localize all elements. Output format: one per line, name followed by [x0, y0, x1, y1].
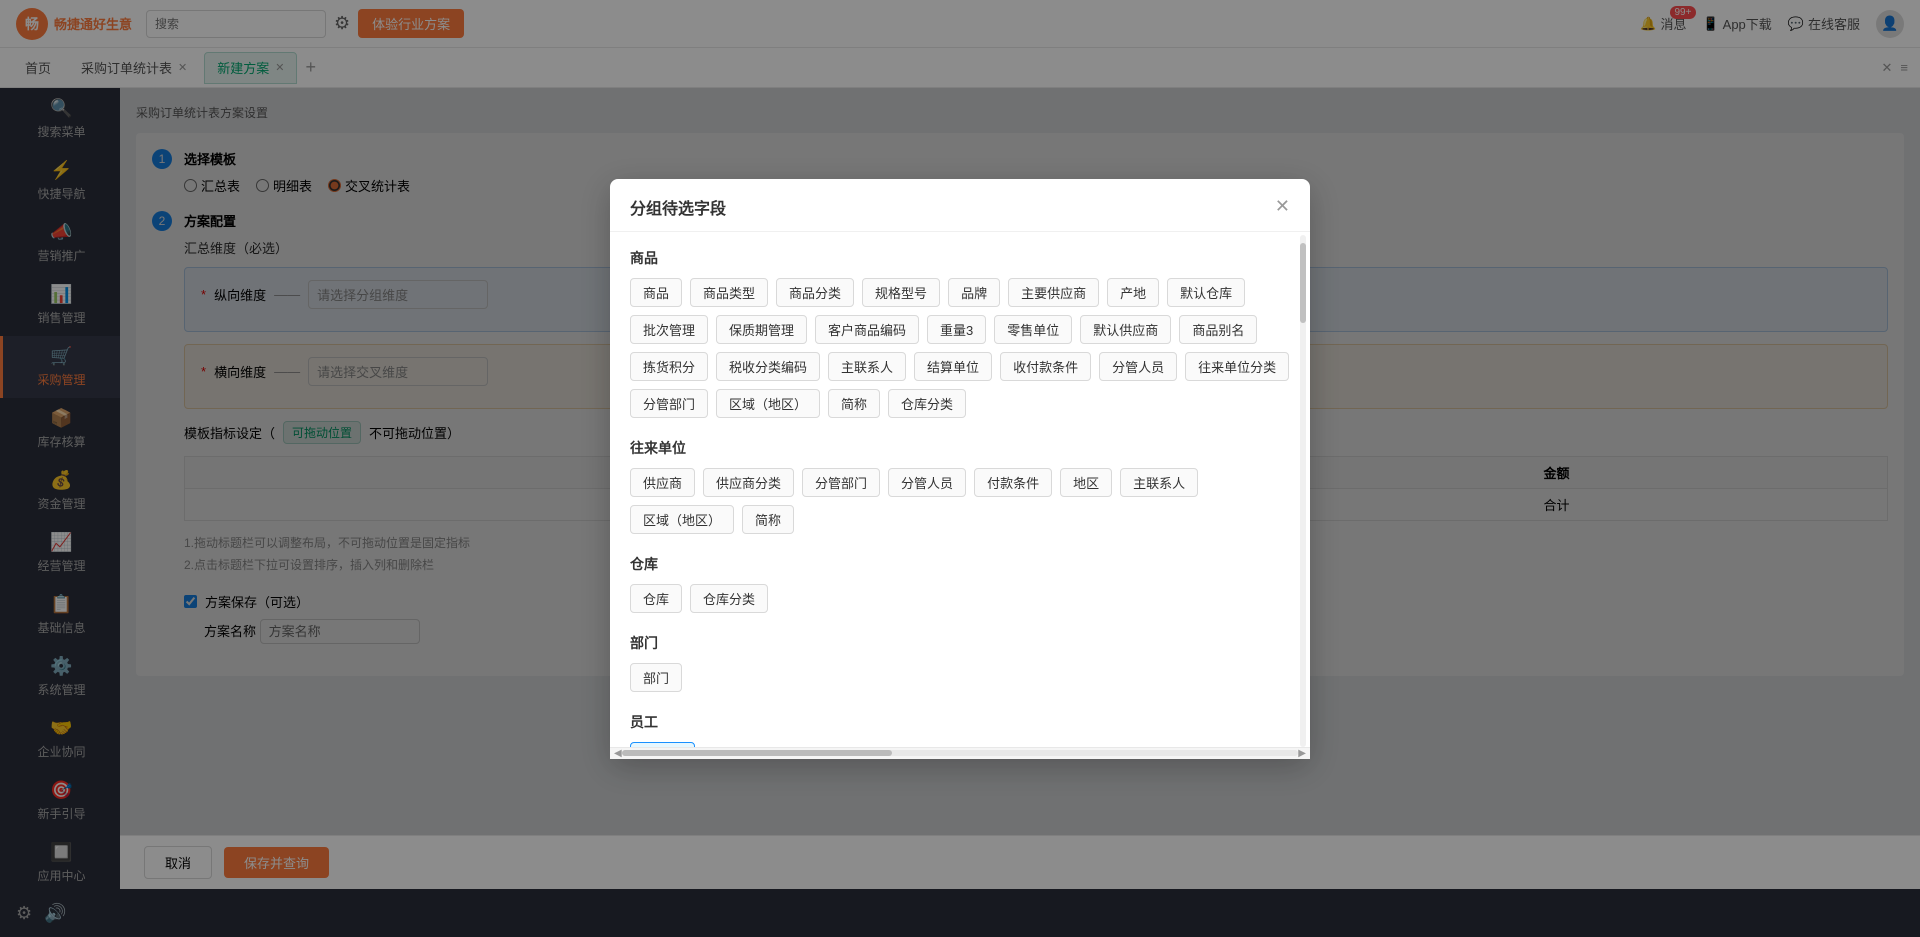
field-tag[interactable]: 收付款条件 [1000, 352, 1091, 381]
field-tag[interactable]: 仓库分类 [888, 389, 966, 418]
section-dept-fields: 部门 [630, 663, 1290, 692]
section-dept: 部门 部门 [630, 633, 1290, 692]
field-tag[interactable]: 分管人员 [1099, 352, 1177, 381]
field-tag[interactable]: 规格型号 [862, 278, 940, 307]
field-tag[interactable]: 主要供应商 [1008, 278, 1099, 307]
field-tag[interactable]: 税收分类编码 [716, 352, 820, 381]
field-tag[interactable]: 商品别名 [1179, 315, 1257, 344]
field-tag[interactable]: 部门 [630, 663, 682, 692]
field-tag[interactable]: 批次管理 [630, 315, 708, 344]
section-warehouse-title: 仓库 [630, 554, 1290, 574]
field-tag[interactable]: 默认供应商 [1080, 315, 1171, 344]
hscroll-thumb[interactable] [622, 750, 893, 756]
field-tag[interactable]: 零售单位 [994, 315, 1072, 344]
field-tag[interactable]: 简称 [828, 389, 880, 418]
field-tag[interactable]: 默认仓库 [1167, 278, 1245, 307]
field-tag[interactable]: 分管部门 [630, 389, 708, 418]
field-tag[interactable]: 产地 [1107, 278, 1159, 307]
field-tag[interactable]: 商品类型 [690, 278, 768, 307]
section-dept-title: 部门 [630, 633, 1290, 653]
hscroll-left-icon[interactable]: ◀ [614, 748, 622, 759]
section-staff: 员工 业务员 [630, 712, 1290, 747]
field-tag[interactable]: 保质期管理 [716, 315, 807, 344]
modal-title: 分组待选字段 [630, 195, 726, 219]
modal-vscroll[interactable] [1300, 235, 1306, 747]
field-tag[interactable]: 分管部门 [802, 468, 880, 497]
field-tag[interactable]: 仓库分类 [690, 584, 768, 613]
modal-hscroll[interactable]: ◀ ▶ [610, 747, 1310, 759]
section-goods-fields: 商品 商品类型 商品分类 规格型号 品牌 主要供应商 产地 默认仓库 批次管理 … [630, 278, 1290, 418]
hscroll-right-icon[interactable]: ▶ [1298, 748, 1306, 759]
field-tag[interactable]: 付款条件 [974, 468, 1052, 497]
field-tag[interactable]: 分管人员 [888, 468, 966, 497]
section-partner-fields: 供应商 供应商分类 分管部门 分管人员 付款条件 地区 主联系人 区域（地区） … [630, 468, 1290, 534]
field-tag[interactable]: 区域（地区） [716, 389, 820, 418]
field-tag[interactable]: 往来单位分类 [1185, 352, 1289, 381]
modal-body: 商品 商品 商品类型 商品分类 规格型号 品牌 主要供应商 产地 默认仓库 批次… [610, 232, 1310, 747]
modal-dialog: 分组待选字段 ✕ 商品 商品 商品类型 商品分类 规格型号 品牌 主要供应商 产… [610, 179, 1310, 759]
field-tag[interactable]: 主联系人 [1120, 468, 1198, 497]
field-tag[interactable]: 商品 [630, 278, 682, 307]
field-tag[interactable]: 简称 [742, 505, 794, 534]
field-tag[interactable]: 拣货积分 [630, 352, 708, 381]
field-tag[interactable]: 客户商品编码 [815, 315, 919, 344]
section-warehouse-fields: 仓库 仓库分类 [630, 584, 1290, 613]
section-partner: 往来单位 供应商 供应商分类 分管部门 分管人员 付款条件 地区 主联系人 区域… [630, 438, 1290, 534]
modal-overlay[interactable]: 分组待选字段 ✕ 商品 商品 商品类型 商品分类 规格型号 品牌 主要供应商 产… [0, 0, 1920, 937]
field-tag[interactable]: 区域（地区） [630, 505, 734, 534]
section-partner-title: 往来单位 [630, 438, 1290, 458]
modal-header: 分组待选字段 ✕ [610, 179, 1310, 232]
field-tag[interactable]: 结算单位 [914, 352, 992, 381]
vscroll-thumb[interactable] [1300, 243, 1306, 323]
section-staff-title: 员工 [630, 712, 1290, 732]
section-warehouse: 仓库 仓库 仓库分类 [630, 554, 1290, 613]
field-tag[interactable]: 供应商 [630, 468, 695, 497]
section-goods: 商品 商品 商品类型 商品分类 规格型号 品牌 主要供应商 产地 默认仓库 批次… [630, 248, 1290, 418]
field-tag[interactable]: 重量3 [927, 315, 986, 344]
field-tag[interactable]: 仓库 [630, 584, 682, 613]
field-tag[interactable]: 地区 [1060, 468, 1112, 497]
field-tag[interactable]: 商品分类 [776, 278, 854, 307]
field-tag[interactable]: 供应商分类 [703, 468, 794, 497]
modal-close-icon[interactable]: ✕ [1275, 196, 1290, 217]
section-goods-title: 商品 [630, 248, 1290, 268]
field-tag[interactable]: 品牌 [948, 278, 1000, 307]
hscroll-bar[interactable] [622, 750, 1299, 756]
field-tag[interactable]: 主联系人 [828, 352, 906, 381]
